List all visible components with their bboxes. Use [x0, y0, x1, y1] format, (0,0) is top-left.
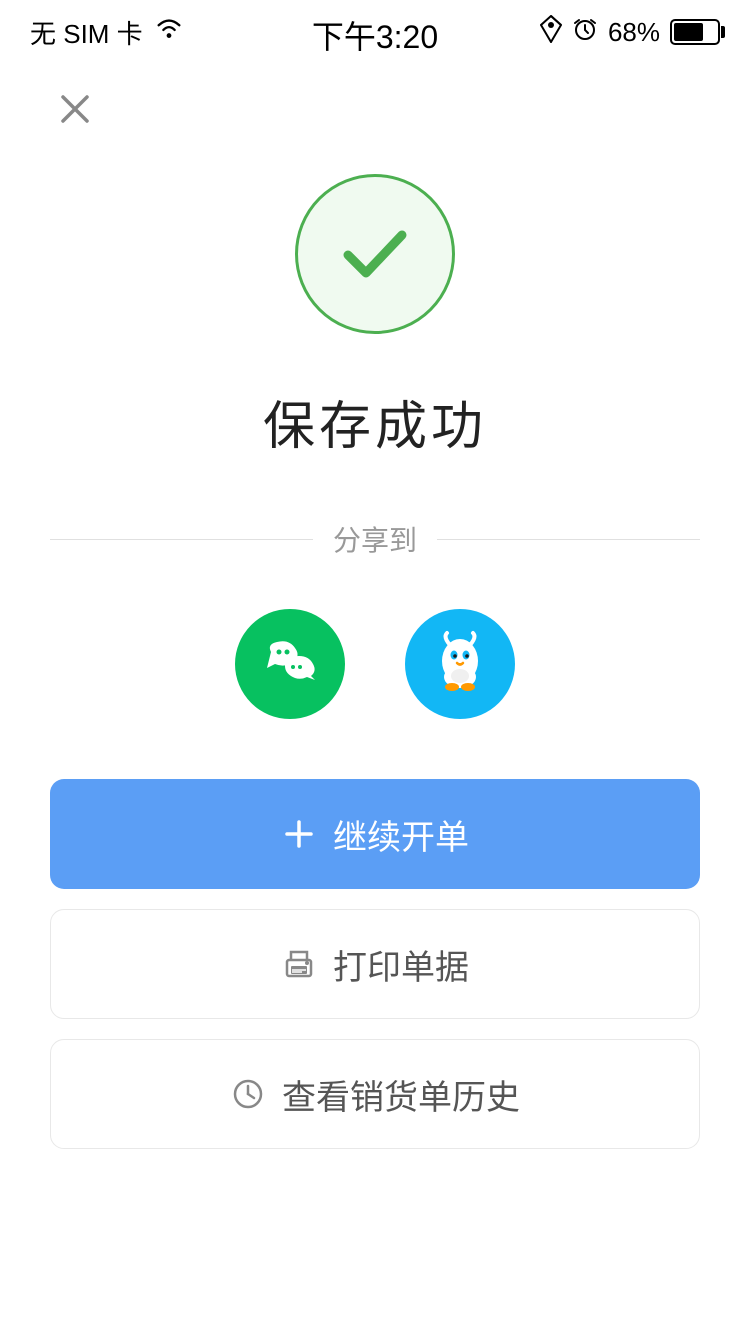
share-divider: 分享到 [50, 519, 700, 559]
share-label: 分享到 [333, 519, 417, 559]
history-button[interactable]: 查看销货单历史 [50, 1039, 700, 1149]
time-display: 下午3:20 [312, 12, 438, 58]
qq-share-button[interactable] [405, 609, 515, 719]
checkmark-icon [330, 209, 420, 299]
share-section: 分享到 [50, 519, 700, 719]
battery-percent: 68% [608, 17, 660, 48]
action-buttons: 继续开单 打印单据 [50, 779, 700, 1149]
battery-icon [670, 19, 720, 45]
status-right: 68% [540, 15, 720, 50]
continue-button[interactable]: 继续开单 [50, 779, 700, 889]
print-button[interactable]: 打印单据 [50, 909, 700, 1019]
status-bar: 无 SIM 卡 下午3:20 68 [0, 0, 750, 64]
wechat-share-button[interactable] [235, 609, 345, 719]
main-content: 保存成功 分享到 [0, 64, 750, 1199]
print-label: 打印单据 [333, 940, 469, 989]
clock-icon [230, 1076, 266, 1112]
close-button[interactable] [50, 84, 100, 134]
history-label: 查看销货单历史 [282, 1070, 520, 1119]
share-icons-container [50, 609, 700, 719]
carrier-label: 无 SIM 卡 [30, 14, 143, 51]
success-icon-circle [295, 174, 455, 334]
print-icon [281, 946, 317, 982]
alarm-icon [572, 16, 598, 49]
continue-label: 继续开单 [333, 810, 469, 859]
status-left: 无 SIM 卡 [30, 14, 185, 51]
wifi-icon [153, 17, 185, 48]
success-title: 保存成功 [263, 384, 487, 459]
location-icon [540, 15, 562, 50]
plus-icon [281, 816, 317, 852]
close-button-container [50, 84, 700, 134]
